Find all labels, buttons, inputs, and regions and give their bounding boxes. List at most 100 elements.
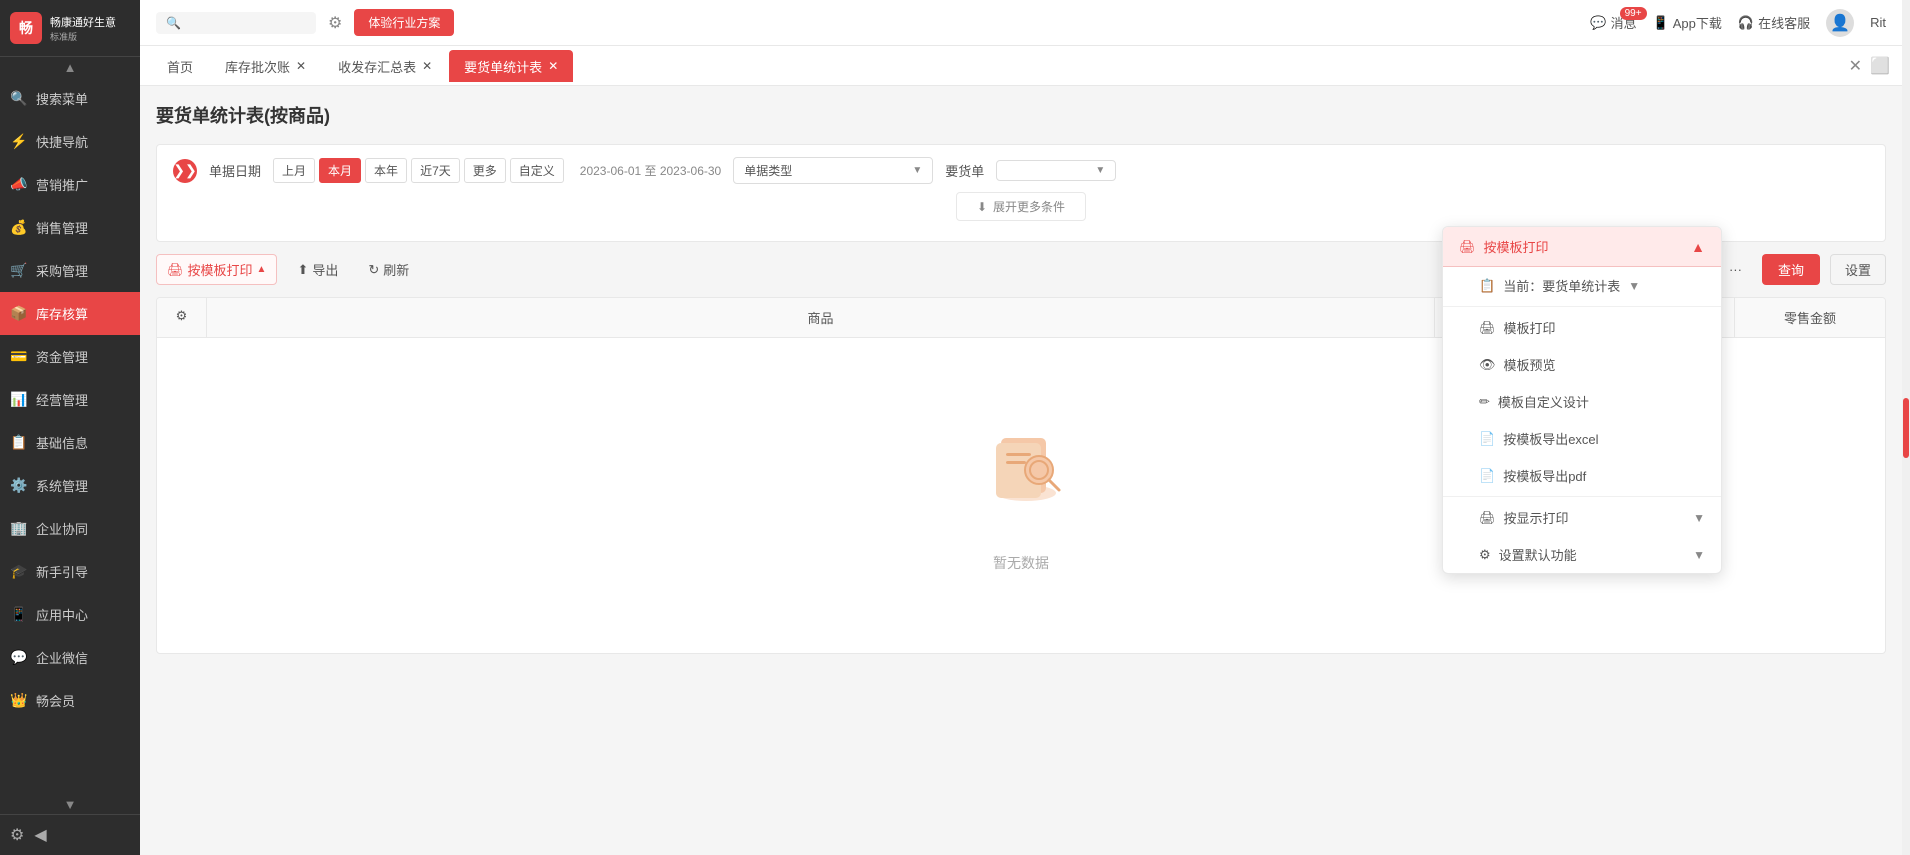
table-col-product: 商品 bbox=[207, 298, 1435, 337]
sidebar-item-system[interactable]: ⚙️ 系统管理 bbox=[0, 464, 140, 507]
marketing-icon: 📣 bbox=[10, 176, 28, 194]
sidebar-item-enterprise[interactable]: 🏢 企业协同 bbox=[0, 507, 140, 550]
print-dropdown-item-template-preview[interactable]: 👁 模板预览 bbox=[1443, 346, 1721, 383]
tab-close-window-icon[interactable]: ✕ bbox=[1849, 56, 1862, 76]
print-dropdown-item-export-pdf[interactable]: 📄 按模板导出pdf bbox=[1443, 457, 1721, 494]
logo-badge: 标准版 bbox=[50, 30, 116, 43]
export-button[interactable]: ⬆ 导出 bbox=[287, 255, 348, 284]
sidebar-nav: 🔍 搜索菜单 ⚡ 快捷导航 📣 营销推广 💰 销售管理 🛒 采购管理 📦 库存核… bbox=[0, 77, 140, 794]
tab-home[interactable]: 首页 bbox=[152, 50, 208, 82]
print-dropdown-close-button[interactable]: ▲ bbox=[1691, 239, 1705, 255]
more-options-button[interactable]: ··· bbox=[1719, 257, 1752, 282]
sidebar-item-shortcut[interactable]: ⚡ 快捷导航 bbox=[0, 120, 140, 163]
template-preview-icon: 👁 bbox=[1479, 357, 1496, 373]
print-dropdown-item-export-excel[interactable]: 📄 按模板导出excel bbox=[1443, 420, 1721, 457]
date-btn-7days[interactable]: 近7天 bbox=[411, 158, 460, 183]
print-dropdown-title-text: 按模板打印 bbox=[1484, 237, 1549, 256]
sidebar-item-search[interactable]: 🔍 搜索菜单 bbox=[0, 77, 140, 120]
online-service-button[interactable]: 🎧 在线客服 bbox=[1738, 13, 1810, 32]
date-btn-this-year[interactable]: 本年 bbox=[365, 158, 407, 183]
username-label[interactable]: Rit bbox=[1870, 15, 1886, 30]
sidebar-item-inventory[interactable]: 📦 库存核算 bbox=[0, 292, 140, 335]
export-pdf-icon: 📄 bbox=[1479, 468, 1495, 484]
sidebar-item-appstore[interactable]: 📱 应用中心 bbox=[0, 593, 140, 636]
sidebar-item-operation[interactable]: 📊 经营管理 bbox=[0, 378, 140, 421]
tab-batch-account-close[interactable]: ✕ bbox=[296, 60, 306, 72]
tab-home-label: 首页 bbox=[167, 57, 193, 76]
settings-button[interactable]: 设置 bbox=[1830, 254, 1886, 285]
sales-icon: 💰 bbox=[10, 219, 28, 237]
type-filter-select[interactable]: 单据类型 ▼ bbox=[733, 157, 933, 184]
sidebar-item-purchase[interactable]: 🛒 采购管理 bbox=[0, 249, 140, 292]
sidebar-scroll-down[interactable]: ▼ bbox=[0, 794, 140, 814]
print-dropdown-item-display-print[interactable]: 🖨 按显示打印 ▼ bbox=[1443, 499, 1721, 536]
date-btn-more[interactable]: 更多 bbox=[464, 158, 506, 183]
tab-receipt-summary[interactable]: 收发存汇总表 ✕ bbox=[323, 50, 447, 82]
sidebar-item-finance-label: 资金管理 bbox=[36, 347, 88, 366]
empty-state-text: 暂无数据 bbox=[993, 553, 1049, 573]
message-icon: 💬 bbox=[1590, 15, 1606, 31]
page-title: 要货单统计表(按商品) bbox=[156, 102, 1886, 128]
expand-more-button[interactable]: ⬇ 展开更多条件 bbox=[956, 192, 1086, 221]
print-template-label: 按模板打印 bbox=[188, 260, 253, 279]
default-settings-label: 设置默认功能 bbox=[1499, 545, 1577, 564]
sidebar-item-wechat[interactable]: 💬 企业微信 bbox=[0, 636, 140, 679]
sidebar-item-newbie-label: 新手引导 bbox=[36, 562, 88, 581]
require-goods-select[interactable]: ▼ bbox=[996, 160, 1116, 181]
tab-receipt-summary-close[interactable]: ✕ bbox=[422, 60, 432, 72]
display-print-arrow-icon: ▼ bbox=[1693, 511, 1705, 525]
operation-icon: 📊 bbox=[10, 391, 28, 409]
expand-more-icon: ⬇ bbox=[977, 200, 987, 214]
topbar-search-input[interactable] bbox=[187, 16, 287, 30]
messages-button[interactable]: 💬 消息 99+ bbox=[1590, 13, 1636, 32]
print-dropdown-title-icon: 🖨 bbox=[1459, 239, 1476, 255]
logo-icon: 畅 bbox=[10, 12, 42, 44]
sidebar-scroll-up[interactable]: ▲ bbox=[0, 57, 140, 77]
app-download-button[interactable]: 📱 App下载 bbox=[1653, 13, 1722, 32]
template-print-label: 模板打印 bbox=[1504, 318, 1556, 337]
sidebar-item-finance[interactable]: 💳 资金管理 bbox=[0, 335, 140, 378]
display-print-label: 按显示打印 bbox=[1504, 508, 1569, 527]
date-btn-this-month[interactable]: 本月 bbox=[319, 158, 361, 183]
topbar-search-box[interactable]: 🔍 bbox=[156, 12, 316, 34]
print-template-button[interactable]: 🖨 按模板打印 ▲ bbox=[156, 254, 277, 285]
tab-batch-account[interactable]: 库存批次账 ✕ bbox=[210, 50, 321, 82]
print-dropdown-item-template-design[interactable]: ✏ 模板自定义设计 bbox=[1443, 383, 1721, 420]
display-print-icon: 🖨 bbox=[1479, 510, 1496, 526]
tab-bar: 首页 库存批次账 ✕ 收发存汇总表 ✕ 要货单统计表 ✕ ✕ ⬜ bbox=[140, 46, 1902, 86]
print-dropdown-divider-2 bbox=[1443, 496, 1721, 497]
date-btn-custom[interactable]: 自定义 bbox=[510, 158, 564, 183]
print-dropdown-current-item[interactable]: 📋 当前：要货单统计表 ▼ bbox=[1443, 267, 1721, 304]
topbar-gear-icon[interactable]: ⚙ bbox=[328, 13, 342, 33]
sidebar-item-enterprise-label: 企业协同 bbox=[36, 519, 88, 538]
tab-order-stats-close[interactable]: ✕ bbox=[548, 60, 558, 72]
date-btn-last-month[interactable]: 上月 bbox=[273, 158, 315, 183]
sidebar-settings-button[interactable]: ⚙ bbox=[10, 825, 24, 845]
tab-maximize-icon[interactable]: ⬜ bbox=[1870, 56, 1890, 76]
type-filter-label: 单据类型 bbox=[744, 162, 792, 179]
sidebar-item-marketing[interactable]: 📣 营销推广 bbox=[0, 163, 140, 206]
table-col-settings[interactable]: ⚙ bbox=[157, 298, 207, 337]
app-download-icon: 📱 bbox=[1653, 15, 1669, 31]
sidebar-item-basic[interactable]: 📋 基础信息 bbox=[0, 421, 140, 464]
sidebar-item-member[interactable]: 👑 畅会员 bbox=[0, 679, 140, 722]
query-button[interactable]: 查询 bbox=[1762, 254, 1820, 285]
export-pdf-label: 按模板导出pdf bbox=[1503, 466, 1586, 485]
print-dropdown-item-template-print[interactable]: 🖨 模板打印 bbox=[1443, 309, 1721, 346]
sidebar-item-newbie[interactable]: 🎓 新手引导 bbox=[0, 550, 140, 593]
export-icon: ⬆ bbox=[297, 262, 308, 278]
right-scrollbar[interactable] bbox=[1902, 0, 1910, 855]
logo-name: 畅康通好生意 bbox=[50, 14, 116, 30]
trial-button[interactable]: 体验行业方案 bbox=[354, 9, 454, 36]
print-dropdown-item-default-settings[interactable]: ⚙ 设置默认功能 ▼ bbox=[1443, 536, 1721, 573]
sidebar-item-sales[interactable]: 💰 销售管理 bbox=[0, 206, 140, 249]
sidebar-footer: ⚙ ◀ bbox=[0, 814, 140, 855]
user-avatar[interactable]: 👤 bbox=[1826, 9, 1854, 37]
service-label: 在线客服 bbox=[1758, 13, 1810, 32]
sidebar-collapse-button[interactable]: ◀ bbox=[34, 825, 46, 845]
tab-batch-account-label: 库存批次账 bbox=[225, 57, 290, 76]
refresh-button[interactable]: ↻ 刷新 bbox=[358, 255, 419, 284]
messages-badge: 99+ bbox=[1620, 7, 1647, 20]
filter-expand-button[interactable]: ❯❯ bbox=[173, 159, 197, 183]
tab-order-stats[interactable]: 要货单统计表 ✕ bbox=[449, 50, 573, 82]
